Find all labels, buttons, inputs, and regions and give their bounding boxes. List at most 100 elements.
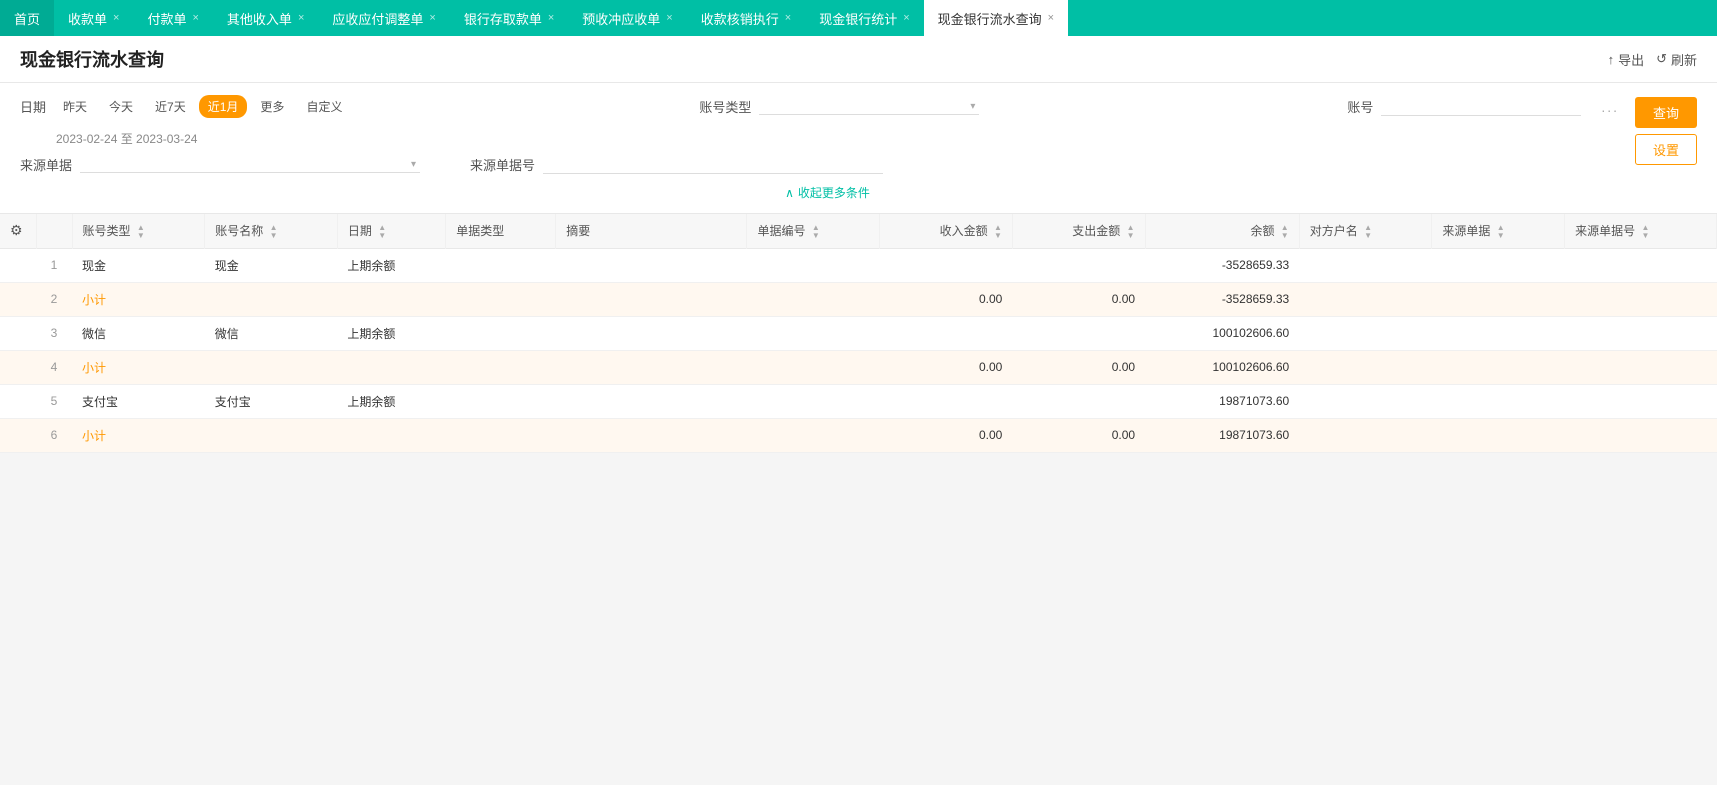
collapse-label: 收起更多条件	[798, 184, 870, 201]
col-income[interactable]: 收入金额 ▲▼	[880, 214, 1013, 248]
cell-balance: 100102606.60	[1145, 316, 1299, 350]
cell-doc-type	[446, 316, 556, 350]
close-icon[interactable]: ×	[429, 12, 435, 24]
table-row: 5支付宝支付宝上期余额19871073.60	[0, 384, 1717, 418]
date-btn-yesterday[interactable]: 昨天	[54, 95, 96, 118]
source-doc-no-input[interactable]	[543, 157, 883, 171]
cell-date	[337, 282, 445, 316]
cell-date	[337, 418, 445, 452]
nav-cash-stats[interactable]: 现金银行统计 ×	[805, 0, 923, 36]
source-doc-no-label: 来源单据号	[470, 155, 535, 174]
col-counterpart[interactable]: 对方户名 ▲▼	[1299, 214, 1432, 248]
date-btn-today[interactable]: 今天	[100, 95, 142, 118]
cell-source-doc-no	[1565, 350, 1717, 384]
date-btn-custom[interactable]: 自定义	[297, 95, 351, 118]
cell-account-name	[205, 350, 338, 384]
account-type-select[interactable]: ▾	[759, 99, 979, 115]
col-source-doc-no[interactable]: 来源单据号 ▲▼	[1565, 214, 1717, 248]
cell-account-name: 支付宝	[205, 384, 338, 418]
close-icon[interactable]: ×	[298, 12, 304, 24]
cell-index: 4	[36, 350, 72, 384]
table-row: 2小计0.000.00-3528659.33	[0, 282, 1717, 316]
cell-settings	[0, 384, 36, 418]
close-icon[interactable]: ×	[1048, 12, 1054, 24]
date-btn-1month[interactable]: 近1月	[199, 95, 248, 118]
table-container: ⚙ 账号类型 ▲▼ 账号名称 ▲▼ 日期 ▲▼ 单据类型	[0, 214, 1717, 453]
dots-button[interactable]: ...	[1601, 99, 1619, 115]
settings-button[interactable]: 设置	[1635, 134, 1697, 165]
cell-doc-no	[747, 350, 880, 384]
cell-source-doc	[1432, 316, 1565, 350]
nav-adjustment[interactable]: 应收应付调整单 ×	[318, 0, 449, 36]
cell-settings	[0, 418, 36, 452]
cell-settings	[0, 282, 36, 316]
cell-doc-type	[446, 384, 556, 418]
col-account-name[interactable]: 账号名称 ▲▼	[205, 214, 338, 248]
nav-other-income[interactable]: 其他收入单 ×	[213, 0, 318, 36]
close-icon[interactable]: ×	[113, 12, 119, 24]
query-button[interactable]: 查询	[1635, 97, 1697, 128]
cell-counterpart	[1299, 248, 1432, 282]
col-account-type[interactable]: 账号类型 ▲▼	[72, 214, 205, 248]
table-row: 4小计0.000.00100102606.60	[0, 350, 1717, 384]
cell-account-name: 现金	[205, 248, 338, 282]
col-expense[interactable]: 支出金额 ▲▼	[1012, 214, 1145, 248]
cell-expense	[1012, 316, 1145, 350]
nav-payment[interactable]: 付款单 ×	[133, 0, 212, 36]
collapse-button[interactable]: ∧ 收起更多条件	[20, 184, 1635, 201]
filter-row-2: 来源单据 ▾ 来源单据号	[20, 155, 1635, 174]
nav-collection[interactable]: 收款核销执行 ×	[687, 0, 805, 36]
nav-receipt[interactable]: 收款单 ×	[54, 0, 133, 36]
close-icon[interactable]: ×	[903, 12, 909, 24]
cell-doc-type	[446, 248, 556, 282]
data-table: ⚙ 账号类型 ▲▼ 账号名称 ▲▼ 日期 ▲▼ 单据类型	[0, 214, 1717, 453]
cell-account-type: 支付宝	[72, 384, 205, 418]
cell-date	[337, 350, 445, 384]
col-balance[interactable]: 余额 ▲▼	[1145, 214, 1299, 248]
table-row: 1现金现金上期余额-3528659.33	[0, 248, 1717, 282]
cell-balance: 19871073.60	[1145, 384, 1299, 418]
sort-icon: ▲▼	[137, 224, 145, 240]
account-input[interactable]	[1381, 99, 1581, 113]
export-icon: ↑	[1608, 52, 1615, 67]
source-doc-select[interactable]: ▾	[80, 157, 420, 173]
cell-balance: 100102606.60	[1145, 350, 1299, 384]
refresh-button[interactable]: ↺ 刷新	[1656, 50, 1697, 69]
cell-account-type: 微信	[72, 316, 205, 350]
close-icon[interactable]: ×	[666, 12, 672, 24]
cell-summary	[556, 282, 747, 316]
close-icon[interactable]: ×	[548, 12, 554, 24]
col-doc-no[interactable]: 单据编号 ▲▼	[747, 214, 880, 248]
cell-index: 5	[36, 384, 72, 418]
col-source-doc[interactable]: 来源单据 ▲▼	[1432, 214, 1565, 248]
filter-area: 日期 昨天 今天 近7天 近1月 更多 自定义 账号类型 ▾	[0, 83, 1717, 214]
cell-income	[880, 316, 1013, 350]
cell-counterpart	[1299, 316, 1432, 350]
cell-expense	[1012, 248, 1145, 282]
cell-expense	[1012, 384, 1145, 418]
close-icon[interactable]: ×	[192, 12, 198, 24]
nav-bank-deposit[interactable]: 银行存取款单 ×	[450, 0, 568, 36]
cell-source-doc-no	[1565, 384, 1717, 418]
cell-date: 上期余额	[337, 384, 445, 418]
source-doc-label: 来源单据	[20, 155, 72, 174]
collapse-up-icon: ∧	[785, 186, 794, 200]
export-button[interactable]: ↑ 导出	[1608, 50, 1645, 69]
close-icon[interactable]: ×	[785, 12, 791, 24]
cell-balance: 19871073.60	[1145, 418, 1299, 452]
nav-home[interactable]: 首页	[0, 0, 54, 36]
nav-cash-flow[interactable]: 现金银行流水查询 ×	[924, 0, 1068, 36]
sort-icon: ▲▼	[812, 224, 820, 240]
cell-account-type: 小计	[72, 350, 205, 384]
cell-index: 6	[36, 418, 72, 452]
sort-icon: ▲▼	[994, 224, 1002, 240]
gear-icon[interactable]: ⚙	[10, 222, 23, 238]
date-btn-more[interactable]: 更多	[251, 95, 293, 118]
col-date[interactable]: 日期 ▲▼	[337, 214, 445, 248]
filter-main: 日期 昨天 今天 近7天 近1月 更多 自定义 账号类型 ▾	[20, 95, 1635, 205]
cell-expense: 0.00	[1012, 350, 1145, 384]
cell-counterpart	[1299, 418, 1432, 452]
nav-prepayment[interactable]: 预收冲应收单 ×	[568, 0, 686, 36]
date-btn-7days[interactable]: 近7天	[146, 95, 195, 118]
source-doc-no-input-wrap	[543, 155, 883, 174]
